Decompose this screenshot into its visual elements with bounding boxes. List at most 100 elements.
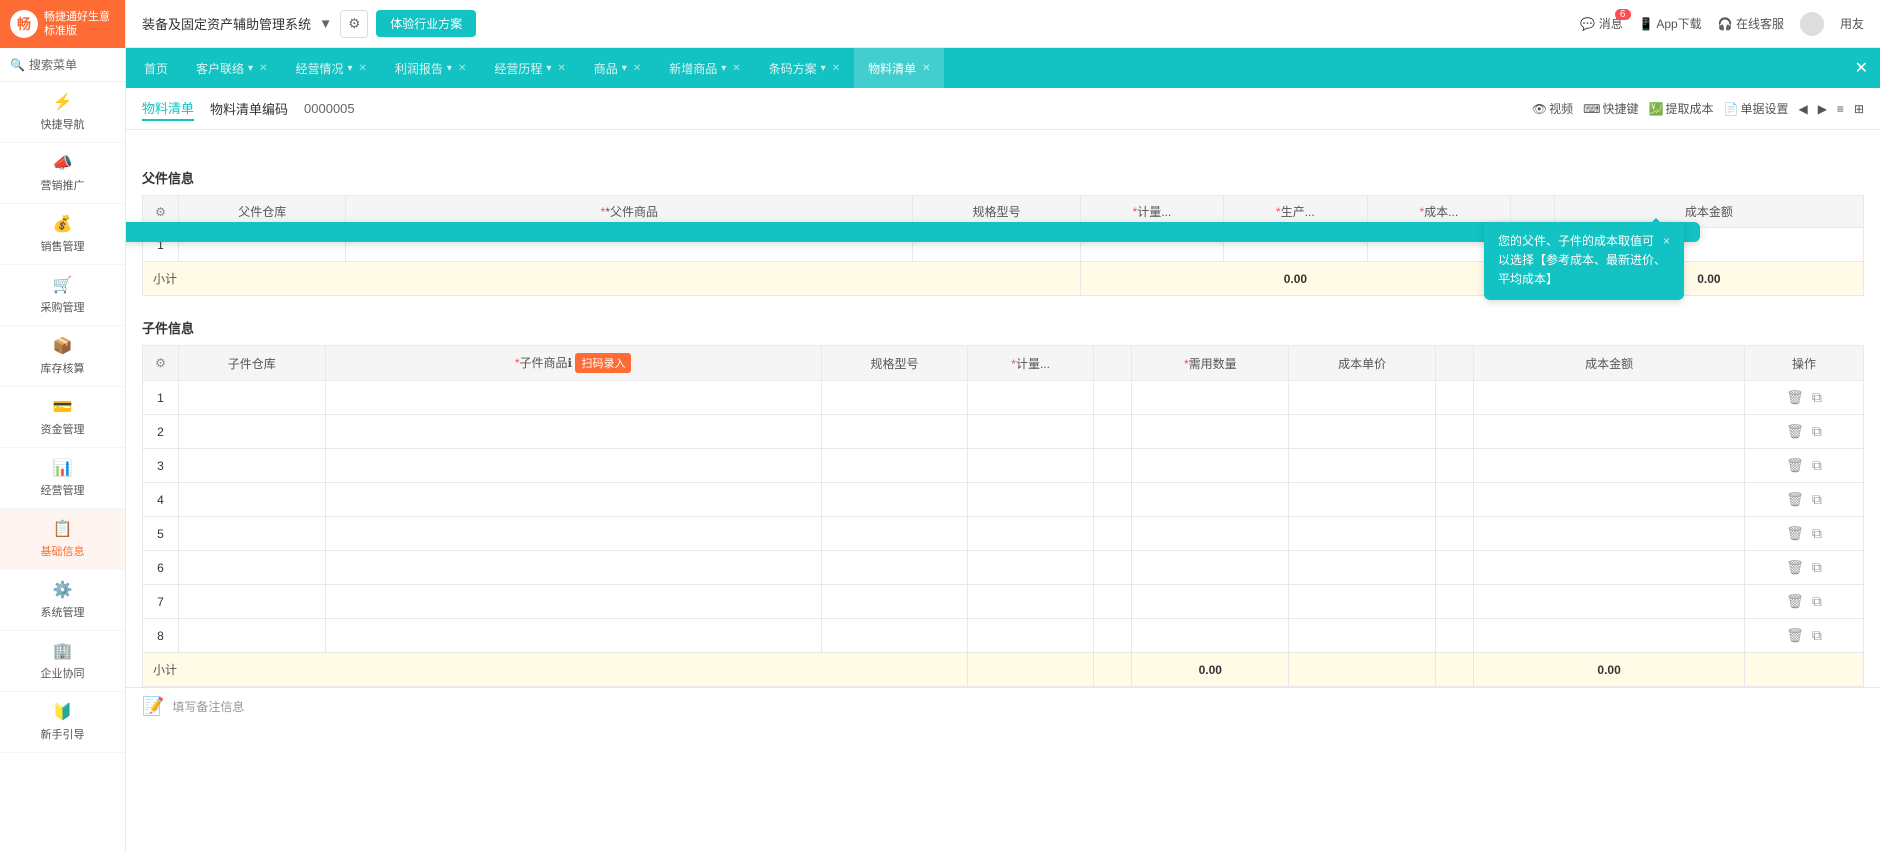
child-row-5-qty[interactable] [1132,517,1289,551]
tab-close-icon[interactable]: ✕ [832,63,840,74]
child-row-3-goods[interactable] [325,449,821,483]
tab-close-icon[interactable]: ✕ [458,63,466,74]
child-row-6-spec[interactable] [821,551,968,585]
child-row-2-unit[interactable] [968,415,1094,449]
child-row-4-goods[interactable] [325,483,821,517]
child-row-2-warehouse[interactable] [179,415,326,449]
child-row-3-unit[interactable] [968,449,1094,483]
child-row-3-spec[interactable] [821,449,968,483]
child-row-6-warehouse[interactable] [179,551,326,585]
tab-dropdown-icon[interactable]: ▾ [447,63,452,74]
child-row-1-copy-icon[interactable]: ⧉ [1812,389,1822,406]
tab-close-icon[interactable]: ✕ [732,63,740,74]
sidebar-search[interactable]: 🔍 搜索菜单 [0,48,125,82]
child-row-1-qty[interactable] [1132,381,1289,415]
online-service-btn[interactable]: 🎧 在线客服 [1718,15,1784,32]
child-row-7-delete-icon[interactable]: 🗑 [1786,593,1804,610]
child-row-8-goods[interactable] [325,619,821,653]
child-row-5-copy-icon[interactable]: ⧉ [1812,525,1822,542]
child-row-3-copy-icon[interactable]: ⧉ [1812,457,1822,474]
scan-input-btn[interactable]: 扫码录入 [575,353,631,373]
child-row-4-spec[interactable] [821,483,968,517]
child-row-1-spec[interactable] [821,381,968,415]
sidebar-item-purchase[interactable]: 🛒采购管理 [0,265,125,326]
sidebar-item-inventory[interactable]: 📦库存核算 [0,326,125,387]
view-btn[interactable]: 👁 视频 [1532,100,1573,117]
child-row-2-delete-icon[interactable]: 🗑 [1786,423,1804,440]
nav-tab-home[interactable]: 首页 [130,48,182,88]
child-row-6-unit[interactable] [968,551,1094,585]
tab-close-icon[interactable]: ✕ [259,63,267,74]
child-row-7-unit[interactable] [968,585,1094,619]
child-row-4-delete-icon[interactable]: 🗑 [1786,491,1804,508]
nav-next-btn[interactable]: ▶ [1818,102,1827,116]
nav-tab-bom[interactable]: 物料清单✕ [854,48,944,88]
child-row-8-delete-icon[interactable]: 🗑 [1786,627,1804,644]
child-row-7-spec[interactable] [821,585,968,619]
child-row-3-delete-icon[interactable]: 🗑 [1786,457,1804,474]
nav-prev-btn[interactable]: ◀ [1798,102,1807,116]
sidebar-item-sales[interactable]: 💰销售管理 [0,204,125,265]
tab-close-icon[interactable]: ✕ [922,63,930,74]
voucher-btn[interactable]: 📄 单据设置 [1723,100,1788,117]
child-row-4-unit[interactable] [968,483,1094,517]
sidebar-item-finance[interactable]: 💳资金管理 [0,387,125,448]
child-row-6-qty[interactable] [1132,551,1289,585]
child-row-3-qty[interactable] [1132,449,1289,483]
view-mode-btn[interactable]: ≡ [1837,102,1844,116]
child-row-5-goods[interactable] [325,517,821,551]
child-row-1-warehouse[interactable] [179,381,326,415]
child-row-1-delete-icon[interactable]: 🗑 [1786,389,1804,406]
nav-tab-operation-status[interactable]: 经营情况▾✕ [281,48,380,88]
sidebar-item-quick-nav[interactable]: ⚡快捷导航 [0,82,125,143]
tab-dropdown-icon[interactable]: ▾ [821,63,826,74]
nav-tab-customer[interactable]: 客户联络▾✕ [182,48,281,88]
shortcut-btn[interactable]: ⌨ 快捷键 [1583,100,1638,117]
child-row-8-warehouse[interactable] [179,619,326,653]
sidebar-item-basic-info[interactable]: 📋基础信息 [0,509,125,570]
child-row-8-unit[interactable] [968,619,1094,653]
note-placeholder[interactable]: 填写备注信息 [172,698,244,715]
sidebar-item-guide[interactable]: 🔰新手引导 [0,692,125,753]
sidebar-item-enterprise[interactable]: 🏢企业协同 [0,631,125,692]
child-row-7-warehouse[interactable] [179,585,326,619]
nav-tab-profit-report[interactable]: 利润报告▾✕ [381,48,480,88]
tab-dropdown-icon[interactable]: ▾ [347,63,352,74]
child-row-1-unit[interactable] [968,381,1094,415]
close-all-tabs-btn[interactable]: ✕ [1847,58,1876,78]
child-row-4-qty[interactable] [1132,483,1289,517]
child-row-8-qty[interactable] [1132,619,1289,653]
tab-dropdown-icon[interactable]: ▾ [546,63,551,74]
child-row-5-spec[interactable] [821,517,968,551]
tab-close-icon[interactable]: ✕ [557,63,565,74]
tooltip-close-btn[interactable]: × [1663,232,1670,251]
child-row-6-delete-icon[interactable]: 🗑 [1786,559,1804,576]
settings-btn[interactable]: ⚙ [340,10,368,38]
child-row-2-goods[interactable] [325,415,821,449]
system-dropdown-btn[interactable]: ▼ [319,16,332,31]
child-row-5-warehouse[interactable] [179,517,326,551]
child-row-4-copy-icon[interactable]: ⧉ [1812,491,1822,508]
sidebar-item-operation[interactable]: 📊经营管理 [0,448,125,509]
child-row-5-delete-icon[interactable]: 🗑 [1786,525,1804,542]
child-row-8-copy-icon[interactable]: ⧉ [1812,627,1822,644]
child-row-3-warehouse[interactable] [179,449,326,483]
child-row-2-qty[interactable] [1132,415,1289,449]
child-row-7-copy-icon[interactable]: ⧉ [1812,593,1822,610]
cost-btn[interactable]: 💹 提取成本 [1649,100,1714,117]
expand-btn[interactable]: ⊞ [1854,102,1864,116]
tab-dropdown-icon[interactable]: ▾ [721,63,726,74]
tab-dropdown-icon[interactable]: ▾ [622,63,627,74]
tab-dropdown-icon[interactable]: ▾ [248,63,253,74]
trial-btn[interactable]: 体验行业方案 [376,10,476,37]
tab-close-icon[interactable]: ✕ [359,63,367,74]
sub-tab-bom-list[interactable]: 物料清单 [142,96,194,121]
nav-tab-operation-history[interactable]: 经营历程▾✕ [480,48,579,88]
child-row-8-spec[interactable] [821,619,968,653]
tab-close-icon[interactable]: ✕ [633,63,641,74]
child-row-6-copy-icon[interactable]: ⧉ [1812,559,1822,576]
child-row-7-qty[interactable] [1132,585,1289,619]
nav-tab-goods[interactable]: 商品▾✕ [580,48,655,88]
sidebar-item-system[interactable]: ⚙️系统管理 [0,570,125,631]
child-row-5-unit[interactable] [968,517,1094,551]
